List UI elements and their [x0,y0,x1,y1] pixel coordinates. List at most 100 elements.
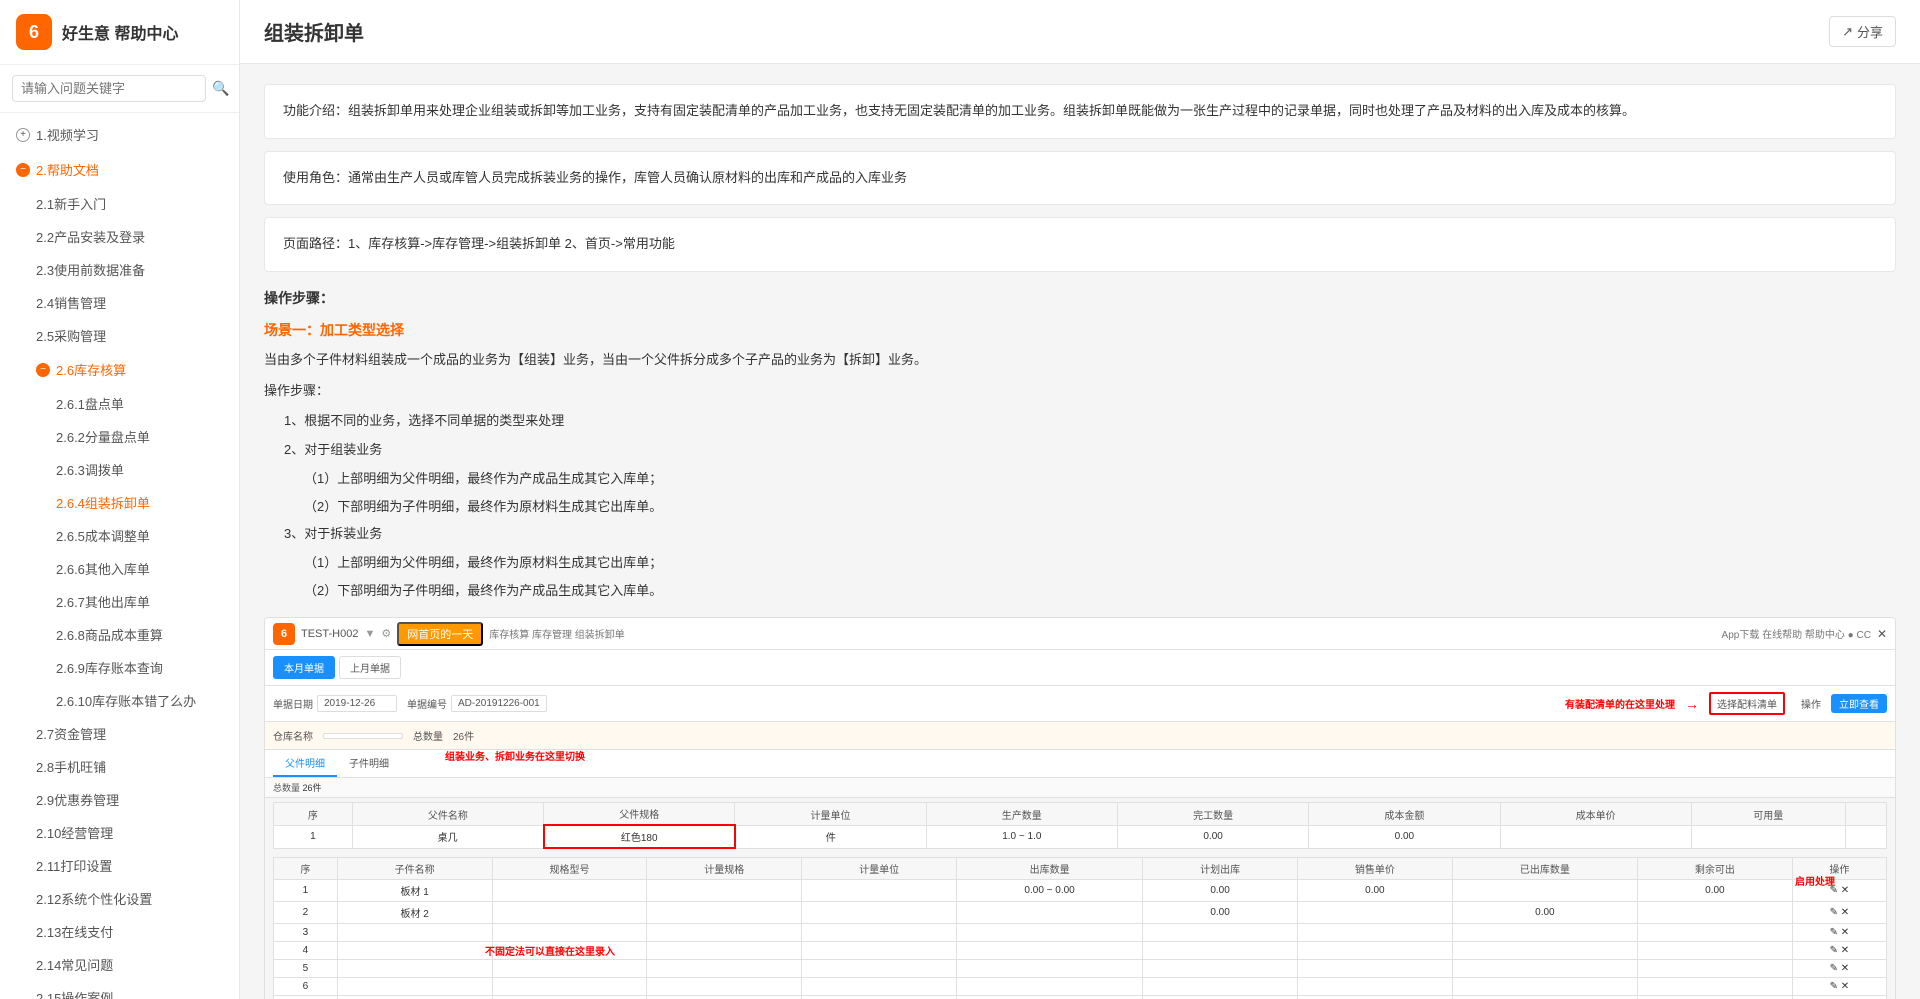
app-subnav: 本月单据 上月单据 [265,650,1895,686]
warehouse-input[interactable] [323,733,403,739]
expand-icon-docs: − [16,163,30,177]
td-c1-seq: 1 [274,880,338,902]
breadcrumb-text: 库存核算 库存管理 组装拆卸单 [489,630,625,641]
app-section-label: 总数量 26件 [265,778,1895,798]
sidebar-item-2.7[interactable]: 2.7资金管理 [0,717,239,750]
active-annotation: 启用处理 [1795,873,1835,888]
main-content: 功能介绍：组装拆卸单用来处理企业组装或拆卸等加工业务，支持有固定装配清单的产品加… [240,64,1920,999]
count-val: 26件 [453,728,474,743]
td-c2-remain [1637,902,1792,924]
sidebar-item-2.6.8[interactable]: 2.6.8商品成本重算 [0,618,239,651]
td-parent-spec: 红色180 [544,825,735,848]
sidebar-item-2.6.6[interactable]: 2.6.6其他入库单 [0,552,239,585]
sidebar-item-2.3[interactable]: 2.3使用前数据准备 [0,253,239,286]
sidebar-item-2.2[interactable]: 2.2产品安装及登录 [0,220,239,253]
sidebar-item-2.13[interactable]: 2.13在线支付 [0,915,239,948]
th-parent-name: 父件名称 [352,803,543,826]
sidebar-item-2.5[interactable]: 2.5采购管理 [0,319,239,352]
expand-icon-2.6: − [36,363,50,377]
form-row-wrapper: 单据日期 2019-12-26 单据编号 AD-20191226-001 有装配… [265,686,1895,999]
td-c1-unit [802,880,957,902]
sidebar-item-2.6.4[interactable]: 2.6.4组装拆卸单 [0,486,239,519]
td-row-ops [1845,825,1886,848]
td-c2-spec [492,902,647,924]
th-ops [1845,803,1886,826]
arrow-right: → [1685,696,1699,712]
th-parent-spec: 父件规格 [544,803,735,826]
td-c1-spec [492,880,647,902]
nav-label-video: 1.视频学习 [36,125,99,144]
breadcrumb-inner: 库存核算 库存管理 组装拆卸单 [489,626,1715,641]
code-input[interactable]: AD-20191226-001 [451,695,547,712]
sidebar-item-2.6.2[interactable]: 2.6.2分量盘点单 [0,420,239,453]
sidebar-item-2.6.3[interactable]: 2.6.3调拨单 [0,453,239,486]
sidebar-item-2.12[interactable]: 2.12系统个性化设置 [0,882,239,915]
date-input[interactable]: 2019-12-26 [317,695,397,712]
scene-title: 场景一：加工类型选择 [264,320,1896,340]
count-note: 总数量 26件 [273,781,322,794]
logo-area: 6 好生意 帮助中心 [0,0,239,65]
sidebar-item-2.8[interactable]: 2.8手机旺铺 [0,750,239,783]
td-c2-outqty [957,902,1143,924]
th-c-out-qty: 出库数量 [957,858,1143,880]
td-c2-ops: ✎ ✕ [1792,902,1886,924]
sidebar-item-2.14[interactable]: 2.14常见问题 [0,948,239,981]
intro-text-2: 使用角色：通常由生产人员或库管人员完成拆装业务的操作，库管人员确认原材料的出库和… [283,166,1877,191]
main-header: 组装拆卸单 ↗ 分享 [240,0,1920,64]
td-unit: 件 [735,825,926,848]
subnav-btn-2[interactable]: 上月单据 [339,656,401,679]
sidebar-item-2.15[interactable]: 2.15操作案例 [0,981,239,999]
search-button[interactable]: 🔍 [212,80,229,97]
th-prod-qty: 生产数量 [926,803,1117,826]
nav-section: + 1.视频学习 − 2.帮助文档 2.1新手入门 2.2产品安装及登录 2.3… [0,113,239,999]
share-button[interactable]: ↗ 分享 [1829,16,1896,47]
type-tabs-wrapper: 父件明细 子件明细 组装业务、拆卸业务在这里切换 [265,750,1895,778]
app-logo-icon: 6 [16,14,52,50]
th-c-name: 子件名称 [337,858,492,880]
sidebar-item-2.6.1[interactable]: 2.6.1盘点单 [0,387,239,420]
intro-text-3: 页面路径：1、库存核算->库存管理->组装拆卸单 2、首页->常用功能 [283,232,1877,257]
sidebar-item-2.10[interactable]: 2.10经营管理 [0,816,239,849]
sidebar-item-2.6.10[interactable]: 2.6.10库存账本错了么办 [0,684,239,717]
intro-box-3: 页面路径：1、库存核算->库存管理->组装拆卸单 2、首页->常用功能 [264,217,1896,272]
logo-text: 好生意 帮助中心 [62,20,178,44]
sidebar-item-docs[interactable]: − 2.帮助文档 [0,152,239,187]
select-config-list[interactable]: 选择配料清单 [1709,692,1785,715]
close-icon[interactable]: ✕ [1877,627,1887,641]
subnav-btn-1[interactable]: 本月单据 [273,656,335,679]
td-c2-sale [1297,902,1452,924]
tab-parent[interactable]: 父件明细 [273,750,337,777]
td-prod-qty: 1.0 ~ 1.0 [926,825,1117,848]
parent-table: 序 父件名称 父件规格 计量单位 生产数量 完工数量 成本金额 成本单价 可用量 [273,802,1887,849]
tab-child[interactable]: 子件明细 [337,750,401,777]
table-row: 2 板材 2 0.00 0.00 [274,902,1887,924]
sidebar-item-2.6.9[interactable]: 2.6.9库存账本查询 [0,651,239,684]
sidebar-item-2.11[interactable]: 2.11打印设置 [0,849,239,882]
nav-tag-btn[interactable]: 网首页的一天 [397,622,483,646]
sidebar-item-video[interactable]: + 1.视频学习 [0,117,239,152]
sidebar-item-2.4[interactable]: 2.4销售管理 [0,286,239,319]
step2: 2、对于组装业务 [264,438,1896,463]
step3-1: （1）上部明细为父件明细，最终作为原材料生成其它出库单； [264,551,1896,576]
step1: 1、根据不同的业务，选择不同单据的类型来处理 [264,409,1896,434]
step3-2: （2）下部明细为子件明细，最终作为产成品生成其它入库单。 [264,579,1896,604]
td-c1-name: 板材 1 [337,880,492,902]
sidebar-item-2.6.7[interactable]: 2.6.7其他出库单 [0,585,239,618]
share-label: 分享 [1857,22,1883,41]
th-c-sale-price: 销售单价 [1297,858,1452,880]
sidebar-item-2.1[interactable]: 2.1新手入门 [0,187,239,220]
confirm-btn[interactable]: 立即查看 [1831,694,1887,713]
sidebar-item-2.9[interactable]: 2.9优惠券管理 [0,783,239,816]
child-table: 序 子件名称 规格型号 计量规格 计量单位 出库数量 计划出库 销售单价 已出库 [273,857,1887,999]
step2-1: （1）上部明细为父件明细，最终作为产成品生成其它入库单； [264,467,1896,492]
date-field: 单据日期 2019-12-26 [273,695,397,712]
search-input[interactable] [12,75,206,102]
app-logo-small: 6 [273,623,295,645]
ops-title: 操作步骤： [264,288,1896,308]
date-label: 单据日期 [273,696,313,711]
td-c2-seq: 2 [274,902,338,924]
sidebar-item-2.6.5[interactable]: 2.6.5成本调整单 [0,519,239,552]
sidebar-item-2.6[interactable]: − 2.6库存核算 [0,352,239,387]
td-c2-outed: 0.00 [1452,902,1637,924]
table-row: 1 桌几 红色180 件 1.0 ~ 1.0 0.00 0.00 [274,825,1887,848]
